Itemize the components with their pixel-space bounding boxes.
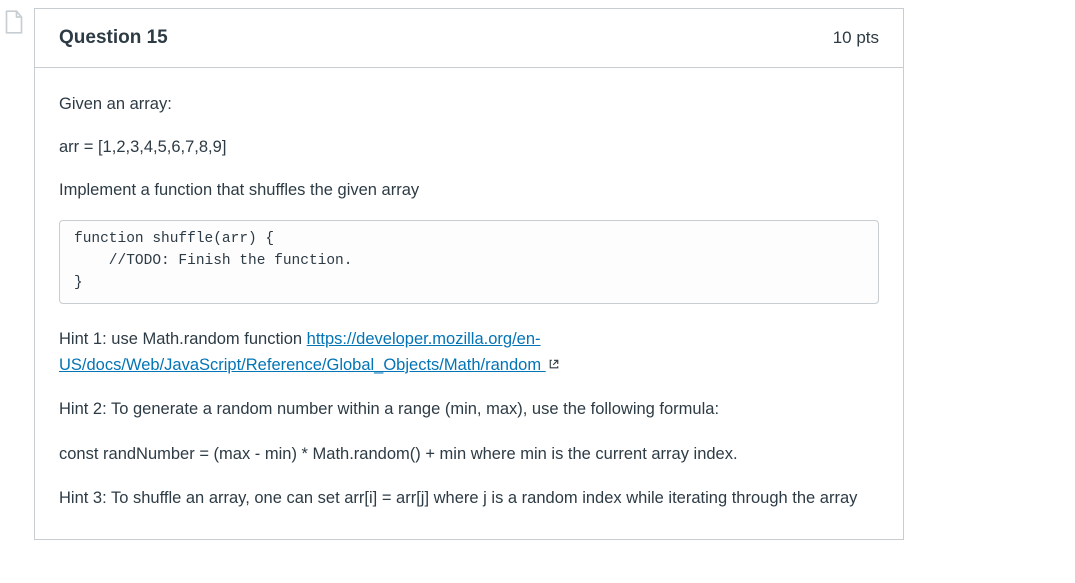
instruction-text: Implement a function that shuffles the g…	[59, 178, 879, 203]
hint-1-prefix: Hint 1: use Math.random function	[59, 330, 307, 348]
hint-2-formula: const randNumber = (max - min) * Math.ra…	[59, 441, 879, 467]
hint-3: Hint 3: To shuffle an array, one can set…	[59, 485, 879, 511]
array-definition: arr = [1,2,3,4,5,6,7,8,9]	[59, 135, 879, 160]
code-block: function shuffle(arr) { //TODO: Finish t…	[59, 220, 879, 303]
page-icon	[4, 10, 24, 34]
hint-1: Hint 1: use Math.random function https:/…	[59, 326, 879, 379]
hint-2: Hint 2: To generate a random number with…	[59, 396, 879, 422]
question-title: Question 15	[59, 27, 168, 49]
question-body: Given an array: arr = [1,2,3,4,5,6,7,8,9…	[35, 68, 903, 539]
question-card: Question 15 10 pts Given an array: arr =…	[34, 8, 904, 540]
question-container: Question 15 10 pts Given an array: arr =…	[0, 8, 1075, 540]
question-points: 10 pts	[833, 28, 879, 48]
external-link-icon	[548, 352, 560, 378]
intro-text: Given an array:	[59, 92, 879, 117]
question-header: Question 15 10 pts	[35, 9, 903, 68]
